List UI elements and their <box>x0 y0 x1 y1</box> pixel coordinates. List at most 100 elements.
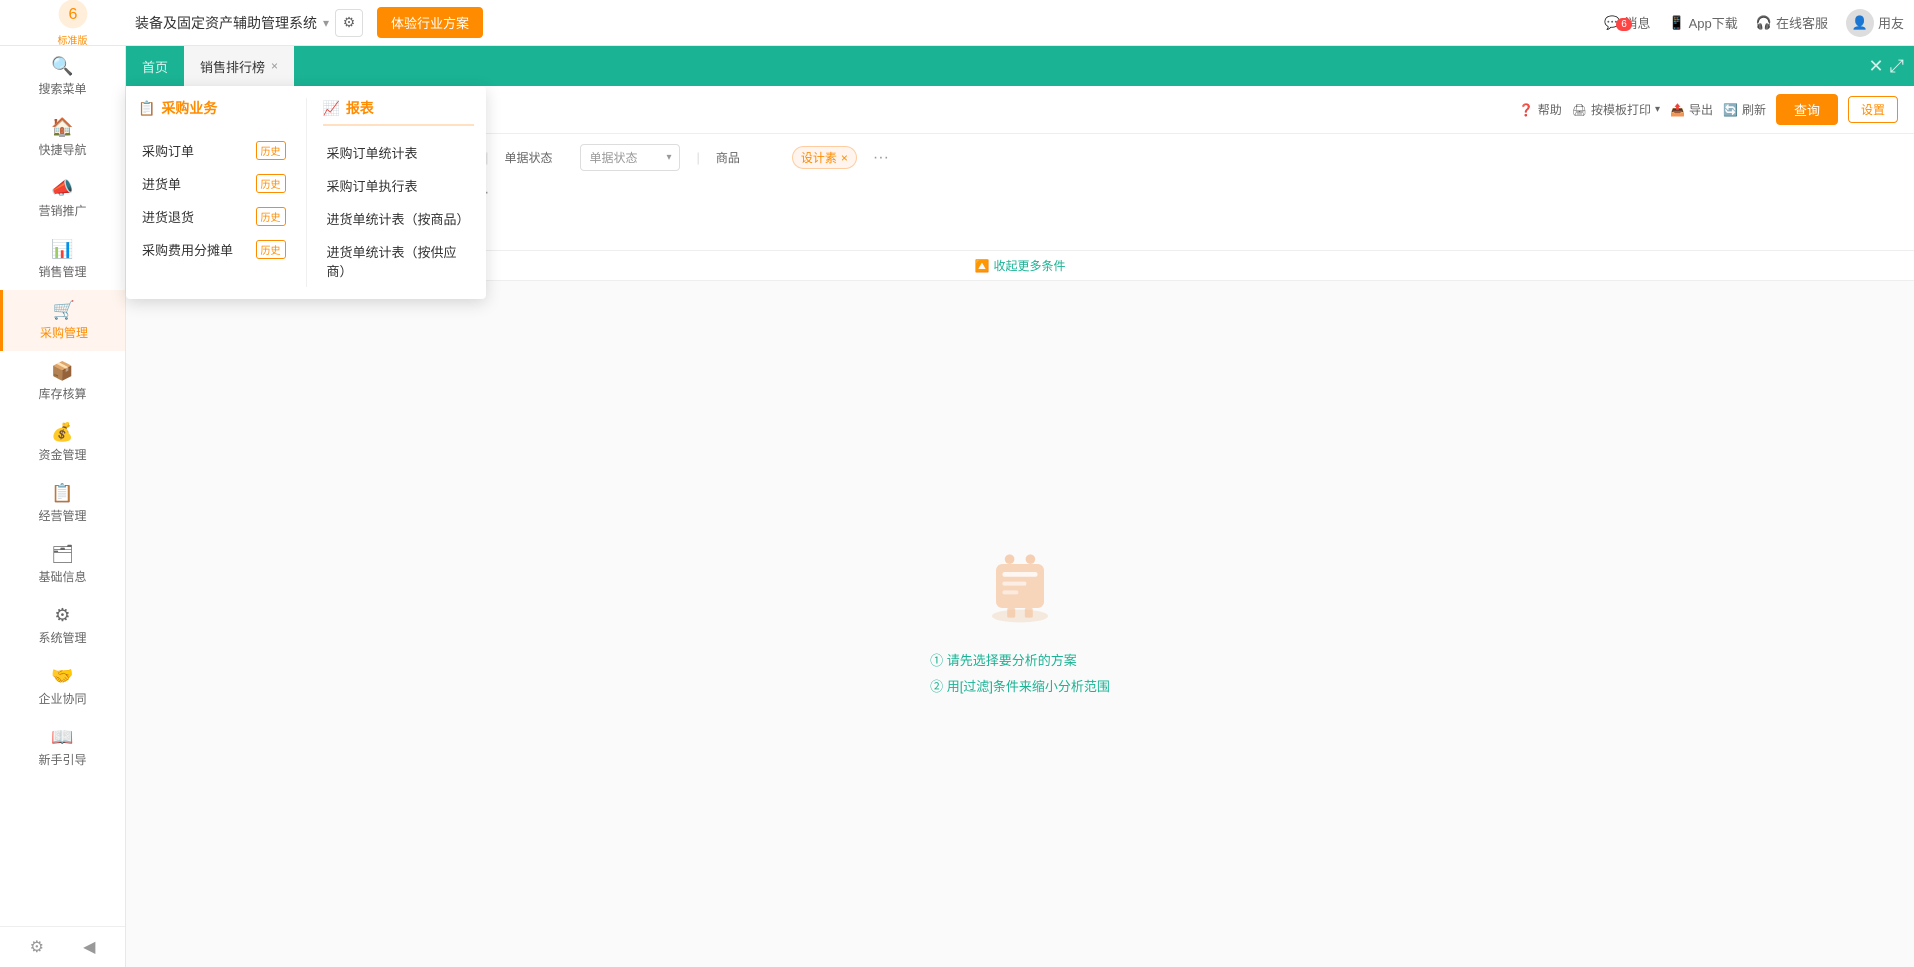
refresh-btn[interactable]: 🔄 刷新 <box>1723 101 1766 118</box>
settings-btn[interactable]: 设置 <box>1848 96 1898 123</box>
sidebar-item-sales[interactable]: 📊 销售管理 <box>0 229 125 290</box>
goods-tag-remove-icon[interactable]: × <box>841 151 848 165</box>
return-history-badge[interactable]: 历史 <box>256 207 286 226</box>
report-header-icon: 📈 <box>323 100 340 117</box>
sidebar-item-basic[interactable]: 🗂 基础信息 <box>0 534 125 595</box>
dropdown-purchase-col: 📋 采购业务 采购订单 历史 进货单 历史 进货退货 历史 采购费用分摊单 历史 <box>126 98 302 287</box>
receipt-history-badge[interactable]: 历史 <box>256 174 286 193</box>
order-exec-label: 采购订单执行表 <box>327 176 418 195</box>
tab-close-all-icon[interactable]: ✕ <box>1869 56 1884 77</box>
app-label: App下载 <box>1689 13 1738 32</box>
dropdown-report-header: 📈 报表 <box>323 98 475 126</box>
sidebar-label-purchase: 采购管理 <box>40 324 88 341</box>
receipt-label: 进货单 <box>142 174 181 193</box>
tab-bar-actions: ✕ ⤢ <box>1869 56 1914 77</box>
operations-icon: 📋 <box>51 483 73 504</box>
sidebar-item-purchase[interactable]: 🛒 采购管理 <box>0 290 125 351</box>
svg-text:6: 6 <box>68 6 77 23</box>
doc-status-placeholder: 单据状态 <box>589 149 637 166</box>
goods-label: 商品 <box>716 149 776 166</box>
goods-tag-text: 设计素 <box>801 149 837 166</box>
dropdown-item-receipt[interactable]: 进货单 历史 <box>138 167 290 200</box>
print-btn[interactable]: 🖨 按模板打印 ▾ <box>1572 101 1660 118</box>
sidebar-item-marketing[interactable]: 📣 营销推广 <box>0 168 125 229</box>
tab-maximize-icon[interactable]: ⤢ <box>1890 56 1904 77</box>
export-btn[interactable]: 📤 导出 <box>1670 101 1713 118</box>
user-menu-btn[interactable]: 👤 用友 <box>1846 9 1904 37</box>
online-label: 在线客服 <box>1776 13 1828 32</box>
user-icon: 👤 <box>1852 15 1868 31</box>
goods-tag: 设计素 × <box>792 146 857 169</box>
goods-more-btn[interactable]: ··· <box>873 149 889 167</box>
topbar: 6 标准版 装备及固定资产辅助管理系统 ▾ ⚙ 体验行业方案 💬 消息 6 📱 … <box>0 0 1914 46</box>
sidebar-bottom: ⚙ ◀ <box>0 926 125 967</box>
gear-button[interactable]: ⚙ <box>335 9 363 37</box>
search-icon: 🔍 <box>51 56 73 77</box>
help-label: 帮助 <box>1538 101 1562 118</box>
tab-sales-rank-label: 销售排行榜 <box>200 57 265 76</box>
logo-icon: 6 <box>57 0 89 30</box>
sales-icon: 📊 <box>51 239 73 260</box>
dropdown-item-order-stats[interactable]: 采购订单统计表 <box>323 136 475 169</box>
system-icon: ⚙ <box>54 605 70 626</box>
enterprise-icon: 🤝 <box>51 666 73 687</box>
system-title-area: 装备及固定资产辅助管理系统 ▾ ⚙ 体验行业方案 <box>135 7 1604 38</box>
avatar: 👤 <box>1846 9 1874 37</box>
tab-home[interactable]: 首页 <box>126 46 184 86</box>
collapse-label: 收起更多条件 <box>993 257 1065 274</box>
home-icon: 🏠 <box>51 117 73 138</box>
inventory-icon: 📦 <box>51 361 73 382</box>
sidebar-label-guide: 新手引导 <box>38 751 86 768</box>
sidebar-collapse-icon[interactable]: ◀ <box>83 937 95 957</box>
dropdown-item-order-exec[interactable]: 采购订单执行表 <box>323 169 475 202</box>
help-btn[interactable]: ❓ 帮助 <box>1519 101 1562 118</box>
dropdown-item-expense[interactable]: 采购费用分摊单 历史 <box>138 233 290 266</box>
message-btn[interactable]: 💬 消息 6 <box>1604 13 1650 32</box>
sidebar-label-marketing: 营销推广 <box>38 202 86 219</box>
sidebar-label-basic: 基础信息 <box>38 568 86 585</box>
sidebar-label-finance: 资金管理 <box>38 446 86 463</box>
sidebar-item-guide[interactable]: 📖 新手引导 <box>0 717 125 778</box>
message-badge: 6 <box>1616 18 1632 31</box>
basic-icon: 🗂 <box>51 544 74 565</box>
sidebar-item-operations[interactable]: 📋 经营管理 <box>0 473 125 534</box>
dropdown-item-receipt-stats-goods[interactable]: 进货单统计表（按商品） <box>323 202 475 235</box>
print-icon: 🖨 <box>1572 103 1587 117</box>
sidebar-item-finance[interactable]: 💰 资金管理 <box>0 412 125 473</box>
report-header-title: 报表 <box>346 98 374 118</box>
tab-sales-rank[interactable]: 销售排行榜 × <box>184 46 294 86</box>
dropdown-item-receipt-stats-supplier[interactable]: 进货单统计表（按供应商） <box>323 235 475 287</box>
app-icon: 📱 <box>1668 15 1684 31</box>
sidebar-item-enterprise[interactable]: 🤝 企业协同 <box>0 656 125 717</box>
sidebar-item-quick[interactable]: 🏠 快捷导航 <box>0 107 125 168</box>
receipt-stats-goods-label: 进货单统计表（按商品） <box>327 209 470 228</box>
dropdown-item-return[interactable]: 进货退货 历史 <box>138 200 290 233</box>
sidebar-label-quick: 快捷导航 <box>38 141 86 158</box>
user-label: 用友 <box>1878 13 1904 32</box>
system-title-text: 装备及固定资产辅助管理系统 <box>135 13 317 33</box>
doc-status-select[interactable]: 单据状态 ▾ <box>580 144 680 171</box>
marketing-icon: 📣 <box>51 178 73 199</box>
empty-state-icon <box>970 548 1070 628</box>
collapse-arrow-icon: 🔼 <box>975 259 990 273</box>
sidebar-item-inventory[interactable]: 📦 库存核算 <box>0 351 125 412</box>
collapse-btn[interactable]: 🔼 收起更多条件 <box>975 257 1066 274</box>
online-service-btn[interactable]: 🎧 在线客服 <box>1756 13 1828 32</box>
query-btn[interactable]: 查询 <box>1776 94 1838 125</box>
expense-history-badge[interactable]: 历史 <box>256 240 286 259</box>
sidebar-item-search[interactable]: 🔍 搜索菜单 <box>0 46 125 107</box>
empty-state-text: ① 请先选择要分析的方案 ② 用[过滤]条件来缩小分析范围 <box>930 648 1110 700</box>
tab-close-icon[interactable]: × <box>271 59 278 73</box>
purchase-icon: 🛒 <box>53 300 75 321</box>
dropdown-item-purchase-order[interactable]: 采购订单 历史 <box>138 134 290 167</box>
doc-status-arrow-icon: ▾ <box>666 152 671 163</box>
app-download-btn[interactable]: 📱 App下载 <box>1668 13 1737 32</box>
sidebar-settings-icon[interactable]: ⚙ <box>30 937 44 957</box>
title-arrow-icon[interactable]: ▾ <box>323 16 329 30</box>
purchase-order-history-badge[interactable]: 历史 <box>256 141 286 160</box>
receipt-stats-supplier-label: 进货单统计表（按供应商） <box>327 242 471 280</box>
industry-btn[interactable]: 体验行业方案 <box>377 7 483 38</box>
sidebar-item-system[interactable]: ⚙ 系统管理 <box>0 595 125 656</box>
sidebar-label-operations: 经营管理 <box>38 507 86 524</box>
sidebar-label-enterprise: 企业协同 <box>38 690 86 707</box>
